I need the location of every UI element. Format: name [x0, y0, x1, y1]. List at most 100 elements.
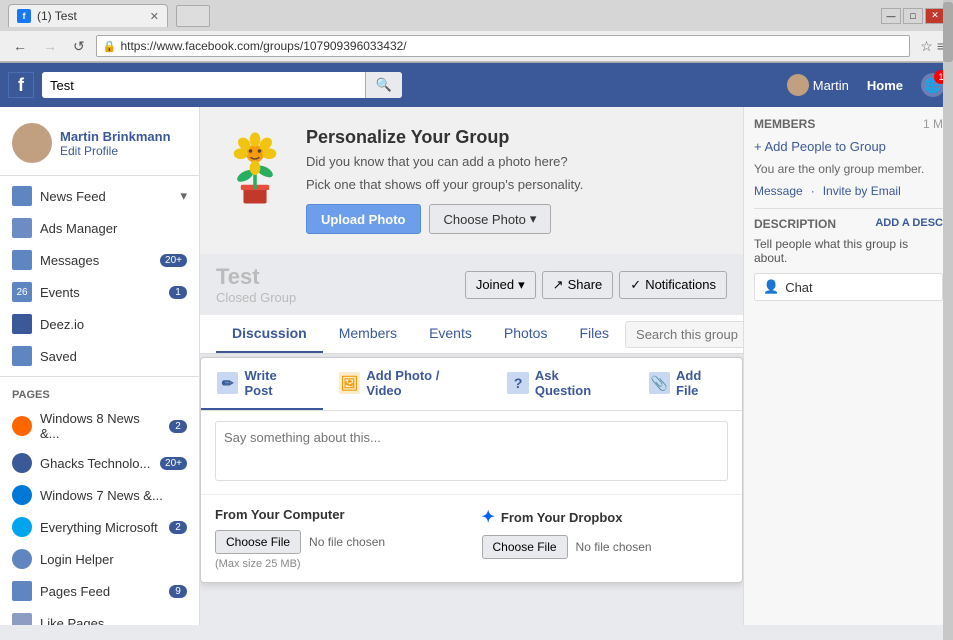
group-info-bar: Test Closed Group Joined ▾ ↗ Share ✓ Not… — [200, 254, 743, 315]
notifications-label: Notifications — [645, 277, 716, 292]
browser-tab[interactable]: f (1) Test ✕ — [8, 4, 168, 27]
deez-label: Deez.io — [40, 317, 187, 332]
group-search-input[interactable] — [625, 321, 743, 348]
photo-video-label: Add Photo / Video — [366, 368, 475, 398]
pages-section-label: PAGES — [0, 381, 199, 405]
joined-button[interactable]: Joined ▾ — [465, 271, 536, 299]
forward-button[interactable]: → — [38, 36, 62, 56]
post-text-input[interactable] — [215, 421, 728, 481]
sidebar-item-deez[interactable]: Deez.io — [0, 308, 199, 340]
sidebar-item-everything-ms[interactable]: Everything Microsoft 2 — [0, 511, 199, 543]
no-file-chosen-computer: No file chosen — [309, 535, 385, 549]
upload-photo-button[interactable]: Upload Photo — [306, 204, 421, 234]
messages-badge: 20+ — [160, 254, 187, 267]
post-box: ✏ Write Post 🖼 Add Photo / Video ? Ask Q… — [200, 357, 743, 583]
sidebar-item-events[interactable]: 26 Events 1 — [0, 276, 199, 308]
question-icon: ? — [507, 372, 528, 394]
tab-favicon-icon: f — [17, 9, 31, 23]
win8-badge: 2 — [169, 420, 187, 433]
user-avatar — [787, 74, 809, 96]
sidebar-item-news-feed[interactable]: News Feed ▾ — [0, 180, 199, 212]
choose-photo-dropdown-icon: ▾ — [530, 211, 537, 227]
tab-members[interactable]: Members — [323, 315, 413, 353]
tab-events[interactable]: Events — [413, 315, 488, 353]
close-button[interactable]: ✕ — [925, 8, 945, 24]
sidebar-item-pages-feed[interactable]: Pages Feed 9 — [0, 575, 199, 607]
pages-feed-badge: 9 — [169, 585, 187, 598]
post-tab-write[interactable]: ✏ Write Post — [201, 358, 323, 410]
user-name-label: Martin — [813, 78, 849, 93]
main-layout: Martin Brinkmann Edit Profile News Feed … — [0, 107, 953, 625]
search-button[interactable]: 🔍 — [365, 72, 402, 98]
tab-files[interactable]: Files — [563, 315, 625, 353]
invite-link[interactable]: Invite by Email — [823, 184, 901, 198]
chat-icon: 👤 — [763, 279, 779, 295]
post-tab-question[interactable]: ? Ask Question — [491, 358, 632, 410]
url-text: https://www.facebook.com/groups/10790939… — [120, 39, 903, 53]
share-label: Share — [568, 277, 603, 292]
choose-file-button-dropbox[interactable]: Choose File — [482, 535, 568, 559]
group-actions: Joined ▾ ↗ Share ✓ Notifications — [465, 271, 727, 299]
ads-manager-label: Ads Manager — [40, 221, 187, 236]
share-button[interactable]: ↗ Share — [542, 271, 614, 299]
sidebar-user[interactable]: Martin Brinkmann Edit Profile — [0, 115, 199, 171]
edit-profile-link[interactable]: Edit Profile — [60, 144, 171, 158]
star-icon[interactable]: ☆ — [920, 38, 933, 55]
post-box-overlay: ✏ Write Post 🖼 Add Photo / Video ? Ask Q… — [200, 357, 743, 625]
chat-button[interactable]: 👤 Chat — [754, 273, 943, 301]
post-tab-photo-video[interactable]: 🖼 Add Photo / Video — [323, 358, 491, 410]
fb-user-nav[interactable]: Martin — [787, 74, 849, 96]
saved-label: Saved — [40, 349, 187, 364]
sidebar-divider-1 — [0, 175, 199, 176]
sidebar-item-win7[interactable]: Windows 7 News &... — [0, 479, 199, 511]
sidebar-item-like-pages[interactable]: Like Pages — [0, 607, 199, 625]
messages-label: Messages — [40, 253, 152, 268]
sidebar-item-ghacks[interactable]: Ghacks Technolo... 20+ — [0, 447, 199, 479]
back-button[interactable]: ← — [8, 36, 32, 56]
personalize-desc1: Did you know that you can add a photo he… — [306, 154, 723, 169]
file-from-dropbox: ✦ From Your Dropbox Choose File No file … — [482, 507, 729, 570]
deez-icon — [12, 314, 32, 334]
group-name: Test — [216, 264, 296, 290]
tab-discussion[interactable]: Discussion — [216, 315, 323, 353]
add-people-button[interactable]: + Add People to Group — [754, 139, 943, 154]
sidebar-item-win8[interactable]: Windows 8 News &... 2 — [0, 405, 199, 447]
message-link[interactable]: Message — [754, 184, 803, 198]
refresh-button[interactable]: ↺ — [68, 36, 90, 57]
user-avatar-sidebar — [12, 123, 52, 163]
url-box[interactable]: 🔒 https://www.facebook.com/groups/107909… — [96, 35, 911, 57]
lock-icon: 🔒 — [103, 40, 117, 53]
search-input[interactable] — [42, 72, 365, 98]
tab-close-icon[interactable]: ✕ — [150, 10, 159, 23]
notification-area[interactable]: 🌐 1 — [921, 73, 945, 97]
page-scrollbar[interactable] — [943, 0, 953, 640]
choose-photo-button[interactable]: Choose Photo ▾ — [429, 204, 552, 234]
tab-photos[interactable]: Photos — [488, 315, 564, 353]
right-divider — [754, 208, 943, 209]
sidebar-user-info: Martin Brinkmann Edit Profile — [60, 129, 171, 158]
add-description-link[interactable]: Add a Desc — [875, 217, 943, 231]
address-bar: ← → ↺ 🔒 https://www.facebook.com/groups/… — [0, 31, 953, 62]
news-feed-arrow: ▾ — [180, 188, 187, 204]
group-search — [625, 321, 743, 348]
minimize-button[interactable]: — — [881, 8, 901, 24]
scrollbar-thumb[interactable] — [943, 2, 953, 62]
home-nav-button[interactable]: Home — [859, 74, 911, 97]
like-pages-label: Like Pages — [40, 616, 187, 626]
sidebar-item-messages[interactable]: Messages 20+ — [0, 244, 199, 276]
description-section-header: DESCRIPTION Add a Desc — [754, 217, 943, 231]
login-helper-icon — [12, 549, 32, 569]
new-tab-area — [176, 5, 210, 27]
file-input-row-dropbox: Choose File No file chosen — [482, 535, 729, 559]
notifications-button[interactable]: ✓ Notifications — [619, 271, 727, 299]
choose-file-button-computer[interactable]: Choose File — [215, 530, 301, 554]
sidebar-item-login-helper[interactable]: Login Helper — [0, 543, 199, 575]
post-tab-file[interactable]: 📎 Add File — [633, 358, 742, 410]
sidebar-item-ads-manager[interactable]: Ads Manager — [0, 212, 199, 244]
maximize-button[interactable]: □ — [903, 8, 923, 24]
joined-dropdown-icon: ▾ — [518, 277, 525, 293]
file-from-computer: From Your Computer Choose File No file c… — [215, 507, 462, 570]
pages-feed-icon — [12, 581, 32, 601]
sidebar-item-saved[interactable]: Saved — [0, 340, 199, 372]
personalize-title: Personalize Your Group — [306, 127, 723, 148]
